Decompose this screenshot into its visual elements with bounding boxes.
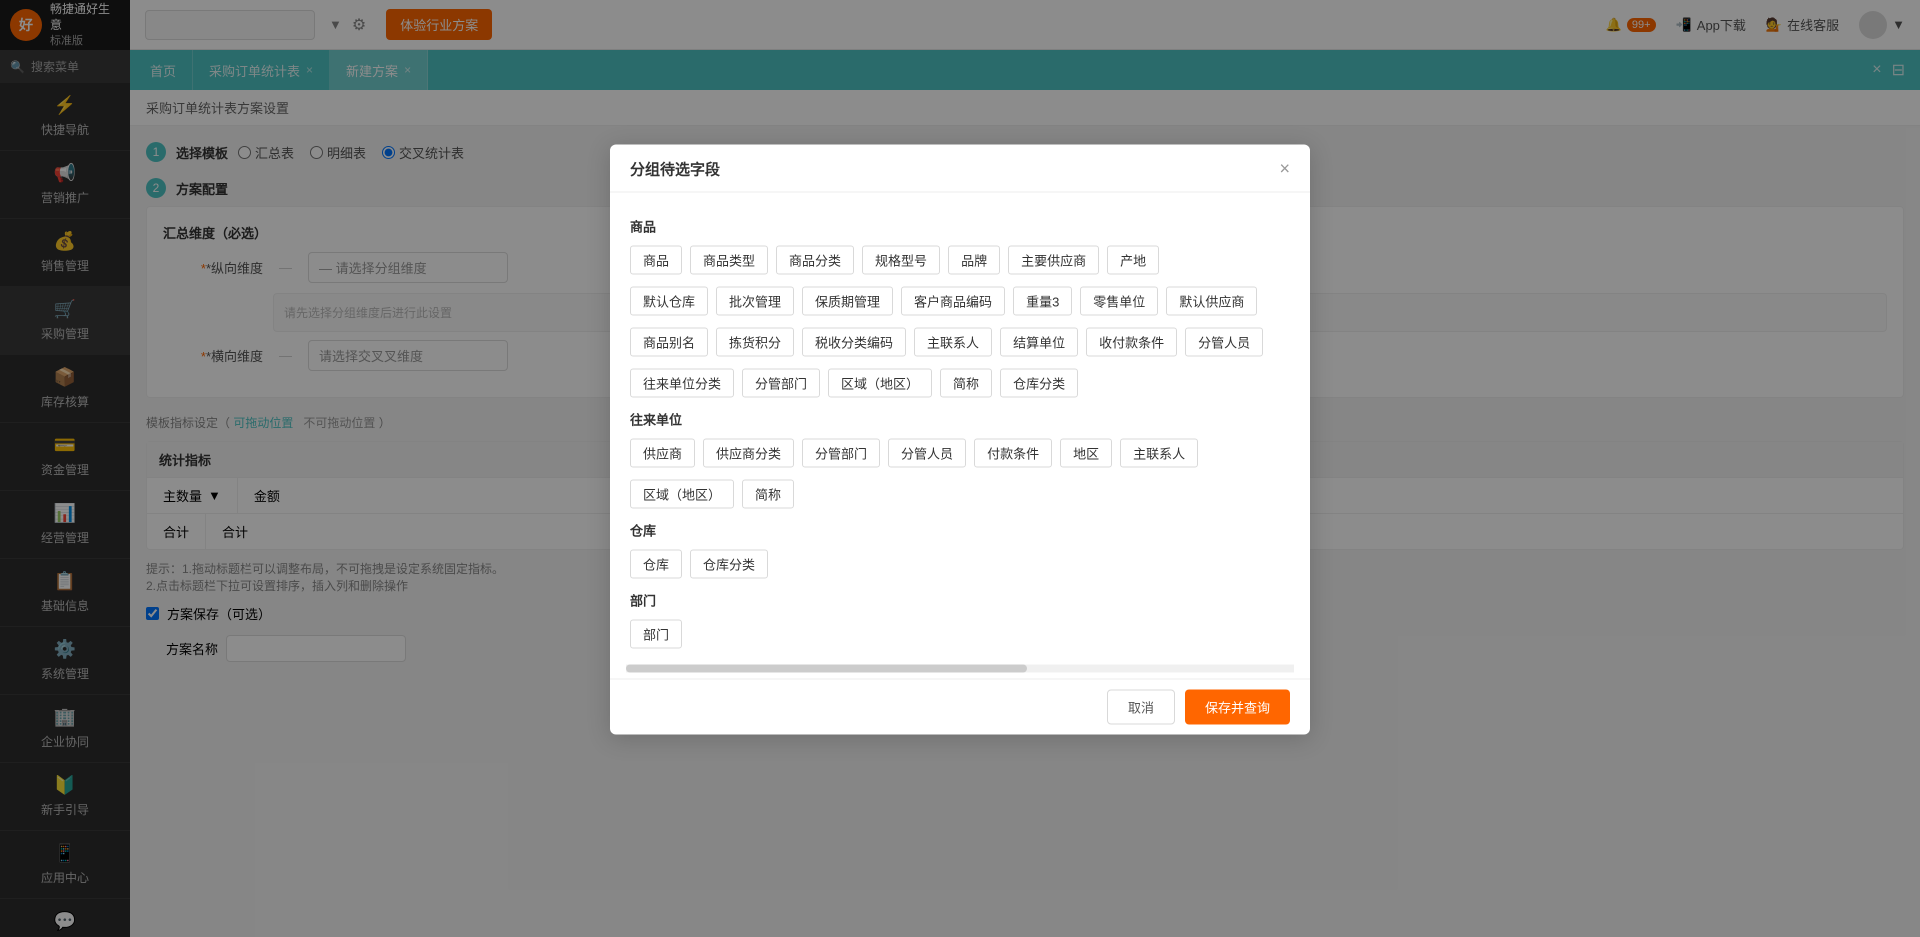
tag-partner-0[interactable]: 供应商 bbox=[630, 438, 695, 467]
dialog-horizontal-scrollbar-area bbox=[610, 662, 1310, 678]
save-query-button[interactable]: 保存并查询 bbox=[1185, 689, 1290, 724]
horizontal-scrollbar-thumb bbox=[626, 664, 1027, 672]
section-title-goods: 商品 bbox=[630, 216, 1290, 235]
tag-goods-22[interactable]: 分管部门 bbox=[742, 368, 820, 397]
dialog-body[interactable]: 商品 商品 商品类型 商品分类 规格型号 品牌 主要供应商 产地 默认仓库 批次… bbox=[610, 192, 1310, 662]
tags-row-goods-3: 商品别名 拣货积分 税收分类编码 主联系人 结算单位 收付款条件 分管人员 bbox=[630, 327, 1290, 356]
section-title-dept: 部门 bbox=[630, 590, 1290, 609]
tag-goods-3[interactable]: 规格型号 bbox=[862, 245, 940, 274]
tag-goods-4[interactable]: 品牌 bbox=[948, 245, 1000, 274]
tag-partner-8[interactable]: 简称 bbox=[742, 479, 794, 508]
tag-partner-5[interactable]: 地区 bbox=[1060, 438, 1112, 467]
tag-goods-2[interactable]: 商品分类 bbox=[776, 245, 854, 274]
tag-partner-3[interactable]: 分管人员 bbox=[888, 438, 966, 467]
tag-goods-11[interactable]: 重量3 bbox=[1013, 286, 1072, 315]
tag-goods-21[interactable]: 往来单位分类 bbox=[630, 368, 734, 397]
dialog-footer: 取消 保存并查询 bbox=[610, 678, 1310, 734]
tags-row-partner: 供应商 供应商分类 分管部门 分管人员 付款条件 地区 主联系人 bbox=[630, 438, 1290, 467]
tag-goods-24[interactable]: 简称 bbox=[940, 368, 992, 397]
tags-row-goods-2: 默认仓库 批次管理 保质期管理 客户商品编码 重量3 零售单位 默认供应商 bbox=[630, 286, 1290, 315]
tag-goods-12[interactable]: 零售单位 bbox=[1080, 286, 1158, 315]
dialog-horizontal-scrollbar[interactable] bbox=[626, 664, 1294, 672]
dialog-title: 分组待选字段 bbox=[630, 158, 720, 179]
tags-row-goods-4: 往来单位分类 分管部门 区域（地区） 简称 仓库分类 bbox=[630, 368, 1290, 397]
section-title-partner: 往来单位 bbox=[630, 409, 1290, 428]
tags-row-goods: 商品 商品类型 商品分类 规格型号 品牌 主要供应商 产地 bbox=[630, 245, 1290, 274]
tag-dept-0[interactable]: 部门 bbox=[630, 619, 682, 648]
dialog-header: 分组待选字段 × bbox=[610, 144, 1310, 192]
tag-goods-23[interactable]: 区域（地区） bbox=[828, 368, 932, 397]
tag-goods-7[interactable]: 默认仓库 bbox=[630, 286, 708, 315]
tag-goods-15[interactable]: 拣货积分 bbox=[716, 327, 794, 356]
tag-goods-14[interactable]: 商品别名 bbox=[630, 327, 708, 356]
tag-goods-19[interactable]: 收付款条件 bbox=[1086, 327, 1177, 356]
tag-partner-7[interactable]: 区域（地区） bbox=[630, 479, 734, 508]
tag-partner-1[interactable]: 供应商分类 bbox=[703, 438, 794, 467]
tag-goods-6[interactable]: 产地 bbox=[1107, 245, 1159, 274]
tag-goods-25[interactable]: 仓库分类 bbox=[1000, 368, 1078, 397]
tag-goods-1[interactable]: 商品类型 bbox=[690, 245, 768, 274]
tag-warehouse-0[interactable]: 仓库 bbox=[630, 549, 682, 578]
dialog-select-fields: 分组待选字段 × 商品 商品 商品类型 商品分类 规格型号 品牌 主要供应商 产… bbox=[610, 144, 1310, 734]
cancel-button[interactable]: 取消 bbox=[1107, 689, 1175, 724]
tag-goods-5[interactable]: 主要供应商 bbox=[1008, 245, 1099, 274]
tags-row-dept: 部门 bbox=[630, 619, 1290, 648]
dialog-close-icon[interactable]: × bbox=[1279, 160, 1290, 178]
tag-goods-17[interactable]: 主联系人 bbox=[914, 327, 992, 356]
tag-partner-4[interactable]: 付款条件 bbox=[974, 438, 1052, 467]
tags-row-partner-2: 区域（地区） 简称 bbox=[630, 479, 1290, 508]
tag-partner-2[interactable]: 分管部门 bbox=[802, 438, 880, 467]
section-title-warehouse: 仓库 bbox=[630, 520, 1290, 539]
tag-goods-18[interactable]: 结算单位 bbox=[1000, 327, 1078, 356]
tag-warehouse-1[interactable]: 仓库分类 bbox=[690, 549, 768, 578]
tags-row-warehouse: 仓库 仓库分类 bbox=[630, 549, 1290, 578]
tag-goods-16[interactable]: 税收分类编码 bbox=[802, 327, 906, 356]
tag-goods-10[interactable]: 客户商品编码 bbox=[901, 286, 1005, 315]
tag-goods-0[interactable]: 商品 bbox=[630, 245, 682, 274]
tag-goods-9[interactable]: 保质期管理 bbox=[802, 286, 893, 315]
tag-goods-20[interactable]: 分管人员 bbox=[1185, 327, 1263, 356]
tag-goods-13[interactable]: 默认供应商 bbox=[1166, 286, 1257, 315]
tag-goods-8[interactable]: 批次管理 bbox=[716, 286, 794, 315]
tag-partner-6[interactable]: 主联系人 bbox=[1120, 438, 1198, 467]
